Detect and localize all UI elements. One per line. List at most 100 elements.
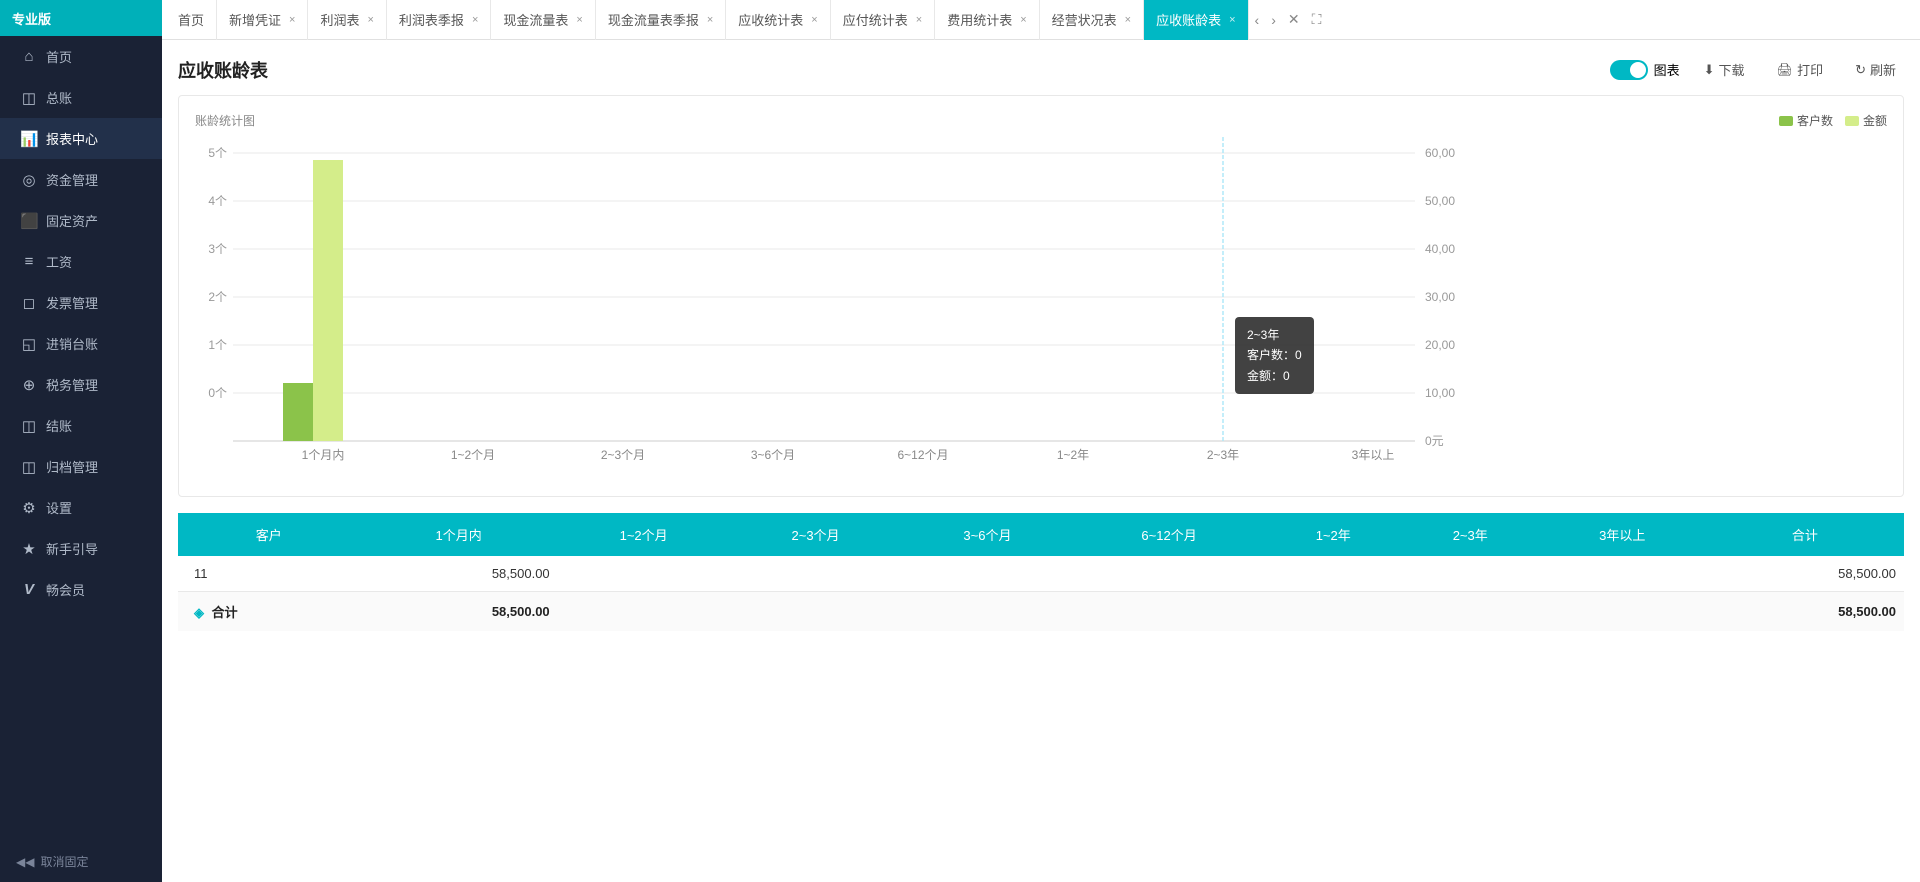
sidebar-item-closing[interactable]: ◫ 结账	[0, 405, 162, 446]
svg-text:1~2年: 1~2年	[1057, 448, 1089, 462]
tab-prev-button[interactable]: ‹	[1249, 8, 1266, 32]
footer-m612	[1073, 592, 1264, 632]
svg-text:3~6个月: 3~6个月	[751, 448, 795, 462]
cell-m1: 58,500.00	[360, 556, 558, 592]
sidebar: 专业版 ⌂ 首页 ◫ 总账 📊 报表中心 ◎ 资金管理 ⬛ 固定资产 ≡ 工资 …	[0, 0, 162, 882]
svg-text:1~2个月: 1~2个月	[451, 448, 495, 462]
ledger-icon: ◫	[20, 89, 38, 107]
sidebar-item-archive[interactable]: ◫ 归档管理	[0, 446, 162, 487]
svg-text:3年以上: 3年以上	[1352, 448, 1395, 462]
svg-text:1个: 1个	[208, 338, 227, 352]
sidebar-item-settings[interactable]: ⚙ 设置	[0, 487, 162, 528]
tab-bar: 首页 新增凭证 × 利润表 × 利润表季报 × 现金流量表 × 现金流量表季报 …	[162, 0, 1920, 40]
footer-m23	[730, 592, 902, 632]
tab-ap-stats[interactable]: 应付统计表 ×	[831, 0, 935, 40]
reports-icon: 📊	[20, 130, 38, 148]
tab-business-status[interactable]: 经营状况表 ×	[1040, 0, 1144, 40]
data-table: 客户 1个月内 1~2个月 2~3个月 3~6个月 6~12个月 1~2年 2~…	[178, 513, 1904, 631]
svg-text:30,000.00元: 30,000.00元	[1425, 290, 1455, 304]
svg-text:6~12个月: 6~12个月	[897, 448, 948, 462]
page-header: 应收账龄表 图表 ⬇ 下载 🖨 打印 ↻ 刷新	[178, 56, 1904, 83]
tab-close-new-voucher[interactable]: ×	[289, 14, 295, 26]
table-header-row: 客户 1个月内 1~2个月 2~3个月 3~6个月 6~12个月 1~2年 2~…	[178, 513, 1904, 556]
print-button[interactable]: 🖨 打印	[1769, 56, 1832, 83]
cell-m612	[1073, 556, 1264, 592]
tab-cashflow-quarterly[interactable]: 现金流量表季报 ×	[596, 0, 726, 40]
tab-close-cashflow-quarterly[interactable]: ×	[707, 14, 713, 26]
svg-text:50,000.00元: 50,000.00元	[1425, 194, 1455, 208]
legend-customer: 客户数	[1779, 112, 1833, 129]
sidebar-item-member[interactable]: V 畅会员	[0, 569, 162, 610]
legend-customer-color	[1779, 116, 1793, 126]
purchase-sales-icon: ◱	[20, 335, 38, 353]
fixed-assets-icon: ⬛	[20, 212, 38, 230]
tab-expense-stats[interactable]: 费用统计表 ×	[935, 0, 1039, 40]
sidebar-pin-toggle[interactable]: ◀◀ 取消固定	[0, 841, 162, 882]
col-m36: 3~6个月	[901, 513, 1073, 556]
archive-icon: ◫	[20, 458, 38, 476]
download-button[interactable]: ⬇ 下载	[1696, 56, 1753, 83]
table-row: 11 58,500.00 58,500.00	[178, 556, 1904, 592]
tab-close-ap-stats[interactable]: ×	[916, 14, 922, 26]
refresh-button[interactable]: ↻ 刷新	[1847, 56, 1904, 83]
chart-toggle-label: 图表	[1654, 60, 1680, 79]
tab-close-all-button[interactable]: ✕	[1282, 7, 1306, 32]
sidebar-item-funds[interactable]: ◎ 资金管理	[0, 159, 162, 200]
tab-close-profit[interactable]: ×	[367, 14, 373, 26]
sidebar-item-fixed-assets[interactable]: ⬛ 固定资产	[0, 200, 162, 241]
tab-close-expense-stats[interactable]: ×	[1020, 14, 1026, 26]
sidebar-item-ledger[interactable]: ◫ 总账	[0, 77, 162, 118]
svg-text:4个: 4个	[208, 194, 227, 208]
tab-close-ar-aging[interactable]: ×	[1229, 14, 1235, 26]
refresh-icon: ↻	[1855, 62, 1866, 78]
tax-icon: ⊕	[20, 376, 38, 394]
svg-text:3个: 3个	[208, 242, 227, 256]
tab-home[interactable]: 首页	[166, 0, 217, 40]
total-icon: ◈	[194, 605, 204, 620]
tab-ar-aging[interactable]: 应收账龄表 ×	[1144, 0, 1248, 40]
sidebar-item-purchase-sales[interactable]: ◱ 进销台账	[0, 323, 162, 364]
sidebar-item-reports[interactable]: 📊 报表中心	[0, 118, 162, 159]
tab-close-business-status[interactable]: ×	[1125, 14, 1131, 26]
sidebar-item-home[interactable]: ⌂ 首页	[0, 36, 162, 77]
footer-y3plus	[1539, 592, 1706, 632]
tab-close-cashflow[interactable]: ×	[576, 14, 582, 26]
chart-toggle[interactable]	[1610, 60, 1648, 80]
footer-total: 58,500.00	[1706, 592, 1904, 632]
chart-area: 账龄统计图 客户数 金额 5个 4个 3个 2个 1个	[178, 95, 1904, 497]
sidebar-item-guide[interactable]: ★ 新手引导	[0, 528, 162, 569]
tab-fullscreen-button[interactable]: ⛶	[1306, 7, 1328, 32]
tab-profit[interactable]: 利润表 ×	[308, 0, 386, 40]
col-y12: 1~2年	[1265, 513, 1402, 556]
tab-close-profit-quarterly[interactable]: ×	[472, 14, 478, 26]
footer-m36	[901, 592, 1073, 632]
cell-m36	[901, 556, 1073, 592]
page-title: 应收账龄表	[178, 57, 268, 83]
home-icon: ⌂	[20, 48, 38, 65]
tab-cashflow[interactable]: 现金流量表 ×	[491, 0, 595, 40]
tab-next-button[interactable]: ›	[1265, 8, 1282, 32]
pin-icon: ◀◀	[16, 855, 34, 869]
tab-close-ar-stats[interactable]: ×	[811, 14, 817, 26]
footer-m12	[558, 592, 730, 632]
col-m612: 6~12个月	[1073, 513, 1264, 556]
legend-amount-label: 金额	[1863, 112, 1887, 129]
cell-total: 58,500.00	[1706, 556, 1904, 592]
footer-label: ◈ 合计	[178, 592, 360, 632]
tab-profit-quarterly[interactable]: 利润表季报 ×	[387, 0, 491, 40]
col-m23: 2~3个月	[730, 513, 902, 556]
cell-m12	[558, 556, 730, 592]
cell-y23	[1402, 556, 1539, 592]
sidebar-item-invoice[interactable]: ◻ 发票管理	[0, 282, 162, 323]
tab-ar-stats[interactable]: 应收统计表 ×	[726, 0, 830, 40]
sidebar-item-salary[interactable]: ≡ 工资	[0, 241, 162, 282]
page-actions: 图表 ⬇ 下载 🖨 打印 ↻ 刷新	[1610, 56, 1904, 83]
svg-text:60,000.00元: 60,000.00元	[1425, 146, 1455, 160]
member-icon: V	[20, 581, 38, 598]
svg-text:0元: 0元	[1425, 434, 1444, 448]
footer-y12	[1265, 592, 1402, 632]
col-customer: 客户	[178, 513, 360, 556]
tab-new-voucher[interactable]: 新增凭证 ×	[217, 0, 308, 40]
sidebar-item-tax[interactable]: ⊕ 税务管理	[0, 364, 162, 405]
cell-y12	[1265, 556, 1402, 592]
